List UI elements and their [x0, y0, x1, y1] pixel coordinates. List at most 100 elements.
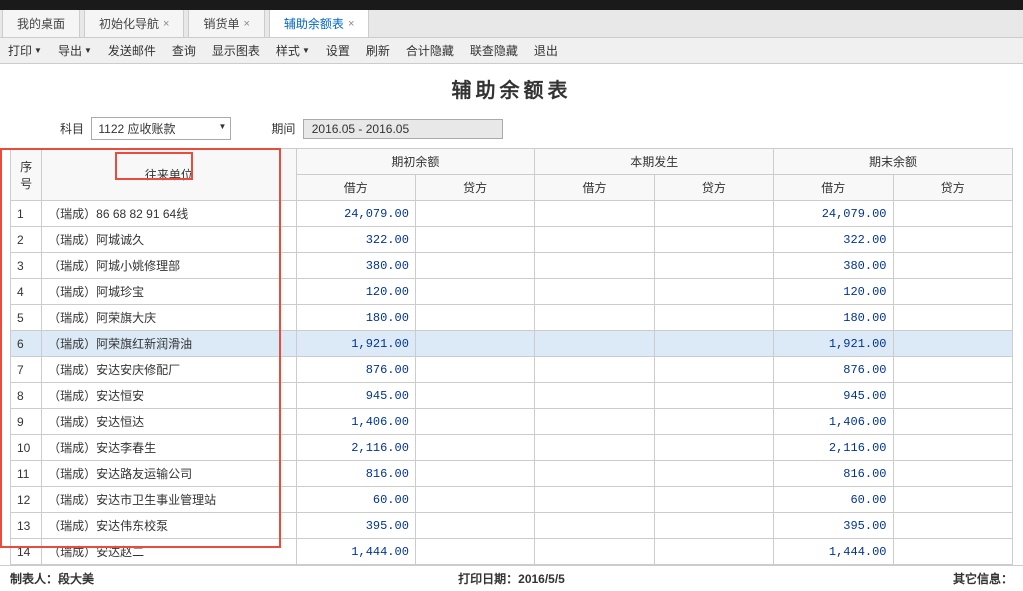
cell-open-credit: [415, 331, 534, 357]
cell-cur-credit: [654, 227, 773, 253]
cell-seq: 7: [11, 357, 42, 383]
cell-end-debit: 2,116.00: [774, 435, 893, 461]
toolbar-刷新[interactable]: 刷新: [366, 42, 390, 59]
table-row[interactable]: 11（瑞成）安达路友运输公司816.00816.00: [11, 461, 1013, 487]
cell-end-credit: [893, 539, 1013, 565]
cell-open-debit: 876.00: [296, 357, 415, 383]
cell-seq: 11: [11, 461, 42, 487]
cell-cur-credit: [654, 253, 773, 279]
table-row[interactable]: 8（瑞成）安达恒安945.00945.00: [11, 383, 1013, 409]
col-open-credit[interactable]: 贷方: [415, 175, 534, 201]
toolbar-合计隐藏[interactable]: 合计隐藏: [406, 42, 454, 59]
toolbar-导出[interactable]: 导出▼: [58, 42, 92, 59]
col-opening[interactable]: 期初余额: [296, 149, 535, 175]
col-end-credit[interactable]: 贷方: [893, 175, 1013, 201]
period-label: 期间: [271, 122, 295, 136]
close-icon[interactable]: ×: [243, 18, 249, 30]
cell-seq: 8: [11, 383, 42, 409]
close-icon[interactable]: ×: [348, 18, 354, 30]
col-cur-debit[interactable]: 借方: [535, 175, 654, 201]
cell-seq: 12: [11, 487, 42, 513]
cell-open-debit: 1,406.00: [296, 409, 415, 435]
cell-cur-debit: [535, 513, 654, 539]
footer-bar: 制表人：段大美 打印日期：2016/5/5 其它信息：: [0, 565, 1023, 591]
table-row[interactable]: 2（瑞成）阿城诚久322.00322.00: [11, 227, 1013, 253]
toolbar-设置[interactable]: 设置: [326, 42, 350, 59]
tab-3[interactable]: 辅助余额表×: [269, 8, 369, 37]
cell-seq: 1: [11, 201, 42, 227]
cell-open-credit: [415, 279, 534, 305]
close-icon[interactable]: ×: [163, 18, 169, 30]
cell-cur-credit: [654, 357, 773, 383]
toolbar: 打印▼导出▼发送邮件查询显示图表样式▼设置刷新合计隐藏联查隐藏退出: [0, 38, 1023, 64]
cell-unit: （瑞成）86 68 82 91 64线: [42, 201, 296, 227]
col-seq[interactable]: 序号: [11, 149, 42, 201]
cell-seq: 4: [11, 279, 42, 305]
toolbar-联查隐藏[interactable]: 联查隐藏: [470, 42, 518, 59]
toolbar-显示图表[interactable]: 显示图表: [212, 42, 260, 59]
cell-open-credit: [415, 305, 534, 331]
toolbar-label: 显示图表: [212, 42, 260, 59]
table-row[interactable]: 6（瑞成）阿荣旗红新润滑油1,921.001,921.00: [11, 331, 1013, 357]
table-row[interactable]: 10（瑞成）安达李春生2,116.002,116.00: [11, 435, 1013, 461]
period-input[interactable]: 2016.05 - 2016.05: [303, 119, 503, 139]
tab-0[interactable]: 我的桌面: [2, 9, 80, 37]
table-row[interactable]: 3（瑞成）阿城小姚修理部380.00380.00: [11, 253, 1013, 279]
chevron-down-icon: ▼: [302, 46, 310, 55]
col-unit[interactable]: 往来单位: [42, 149, 296, 201]
cell-end-debit: 1,921.00: [774, 331, 893, 357]
table-row[interactable]: 13（瑞成）安达伟东校泵395.00395.00: [11, 513, 1013, 539]
cell-unit: （瑞成）安达恒安: [42, 383, 296, 409]
cell-end-credit: [893, 409, 1013, 435]
cell-open-debit: 322.00: [296, 227, 415, 253]
cell-cur-debit: [535, 305, 654, 331]
cell-unit: （瑞成）阿荣旗红新润滑油: [42, 331, 296, 357]
table-row[interactable]: 14（瑞成）安达赵二1,444.001,444.00: [11, 539, 1013, 565]
cell-end-debit: 60.00: [774, 487, 893, 513]
toolbar-label: 刷新: [366, 42, 390, 59]
cell-unit: （瑞成）阿城珍宝: [42, 279, 296, 305]
cell-cur-credit: [654, 513, 773, 539]
other-info-label: 其它信息：: [953, 572, 1013, 586]
cell-unit: （瑞成）安达安庆修配厂: [42, 357, 296, 383]
col-open-debit[interactable]: 借方: [296, 175, 415, 201]
cell-cur-debit: [535, 409, 654, 435]
tab-1[interactable]: 初始化导航×: [84, 9, 184, 37]
cell-cur-credit: [654, 435, 773, 461]
cell-seq: 10: [11, 435, 42, 461]
cell-cur-credit: [654, 201, 773, 227]
cell-unit: （瑞成）安达李春生: [42, 435, 296, 461]
tab-2[interactable]: 销货单×: [188, 9, 264, 37]
toolbar-label: 导出: [58, 42, 82, 59]
cell-cur-debit: [535, 487, 654, 513]
cell-seq: 3: [11, 253, 42, 279]
toolbar-退出[interactable]: 退出: [534, 42, 558, 59]
table-row[interactable]: 1（瑞成）86 68 82 91 64线24,079.0024,079.00: [11, 201, 1013, 227]
app-topbar: [0, 0, 1023, 10]
col-cur-credit[interactable]: 贷方: [654, 175, 773, 201]
cell-cur-credit: [654, 409, 773, 435]
toolbar-打印[interactable]: 打印▼: [8, 42, 42, 59]
cell-end-credit: [893, 487, 1013, 513]
toolbar-查询[interactable]: 查询: [172, 42, 196, 59]
cell-cur-debit: [535, 435, 654, 461]
toolbar-发送邮件[interactable]: 发送邮件: [108, 42, 156, 59]
cell-open-credit: [415, 357, 534, 383]
cell-open-credit: [415, 227, 534, 253]
table-row[interactable]: 4（瑞成）阿城珍宝120.00120.00: [11, 279, 1013, 305]
chevron-down-icon: ▼: [84, 46, 92, 55]
balance-table: 序号 往来单位 期初余额 本期发生 期末余额 借方 贷方 借方 贷方 借方 贷方…: [10, 148, 1013, 565]
toolbar-样式[interactable]: 样式▼: [276, 42, 310, 59]
table-row[interactable]: 7（瑞成）安达安庆修配厂876.00876.00: [11, 357, 1013, 383]
cell-unit: （瑞成）安达路友运输公司: [42, 461, 296, 487]
col-end-debit[interactable]: 借方: [774, 175, 893, 201]
col-current[interactable]: 本期发生: [535, 149, 774, 175]
table-row[interactable]: 12（瑞成）安达市卫生事业管理站60.0060.00: [11, 487, 1013, 513]
table-row[interactable]: 5（瑞成）阿荣旗大庆180.00180.00: [11, 305, 1013, 331]
cell-open-debit: 2,116.00: [296, 435, 415, 461]
cell-cur-credit: [654, 539, 773, 565]
col-ending[interactable]: 期末余额: [774, 149, 1013, 175]
cell-unit: （瑞成）阿城诚久: [42, 227, 296, 253]
table-row[interactable]: 9（瑞成）安达恒达1,406.001,406.00: [11, 409, 1013, 435]
subject-select[interactable]: 1122 应收账款 ▼: [91, 117, 231, 140]
